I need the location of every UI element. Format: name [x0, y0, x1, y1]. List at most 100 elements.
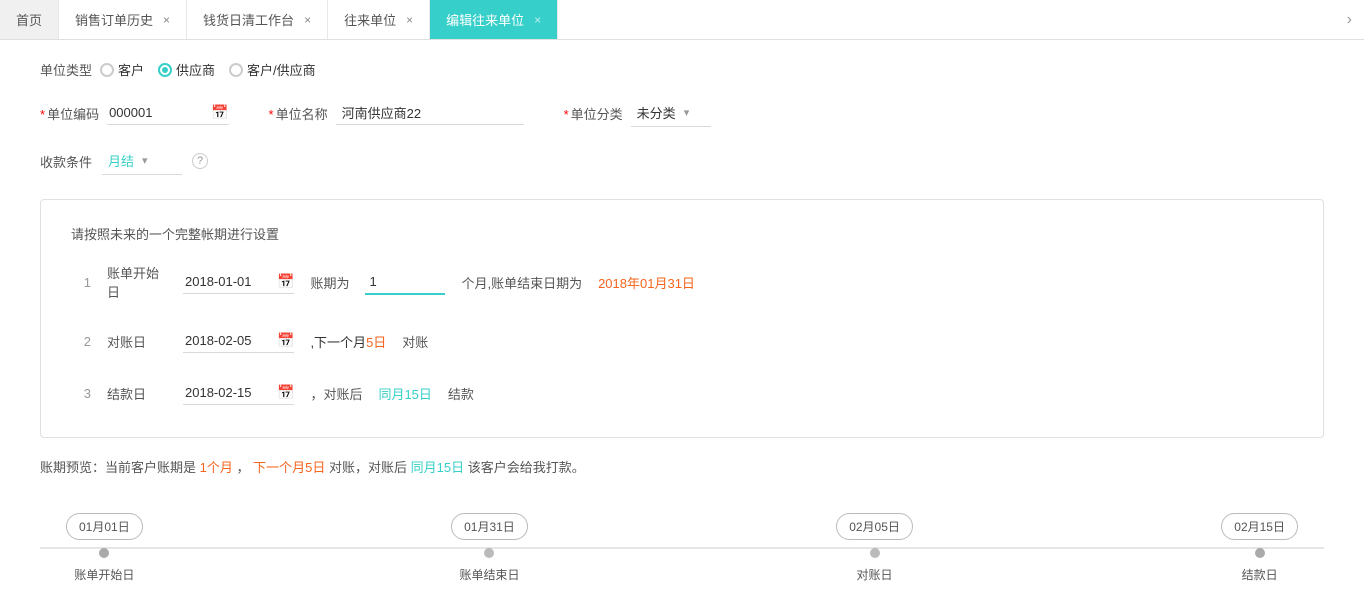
preview-part3: 同月15日: [411, 460, 464, 475]
unit-category-label: *单位分类: [564, 104, 623, 123]
tab-more-button[interactable]: ›: [1335, 0, 1364, 39]
timeline-point-3-badge-container: 02月05日: [830, 513, 919, 540]
timeline-points: 01月01日 账单开始日 01月31日 账单结束日 02月05日: [60, 513, 1304, 583]
collect-condition-select[interactable]: 月结 ▾: [102, 147, 182, 175]
preview-sep1: ，: [237, 460, 250, 475]
preview-part1: 1个月: [200, 460, 233, 475]
tab-home[interactable]: 首页: [0, 0, 59, 39]
radio-customer[interactable]: 客户: [100, 60, 144, 79]
period-row-3-num: 3: [71, 386, 91, 401]
timeline-point-4-badge-container: 02月15日: [1215, 513, 1304, 540]
timeline-point-1-dot: [99, 548, 109, 558]
timeline-point-4-label: 结款日: [1242, 566, 1278, 583]
unit-name-input[interactable]: [336, 101, 524, 125]
tab-cash-work-label: 钱货日清工作台: [203, 10, 294, 29]
tab-partner-unit-close[interactable]: ×: [406, 13, 413, 27]
preview-part2: 下一个月5日: [253, 460, 325, 475]
period-row-2-num: 2: [71, 334, 91, 349]
timeline-point-1-date: 01月01日: [66, 513, 143, 540]
unit-category-field: *单位分类 未分类 ▾: [564, 99, 711, 127]
timeline-point-3-label: 对账日: [857, 566, 893, 583]
unit-type-label: 单位类型: [40, 60, 92, 79]
tab-sales-history-label: 销售订单历史: [75, 10, 153, 29]
timeline: 01月01日 账单开始日 01月31日 账单结束日 02月05日: [40, 503, 1324, 593]
preview-prefix: 账期预览：当前客户账期是: [40, 460, 196, 475]
unit-category-dropdown-icon: ▾: [684, 106, 690, 119]
collect-condition-dropdown-icon: ▾: [142, 154, 148, 167]
timeline-point-4-date: 02月15日: [1221, 513, 1298, 540]
collect-condition-row: 收款条件 月结 ▾ ?: [40, 147, 1324, 175]
collect-condition-value: 月结: [108, 151, 134, 170]
period-row-2-suffix: 对账: [402, 332, 428, 351]
tab-edit-partner[interactable]: 编辑往来单位 ×: [430, 0, 558, 39]
period-row-3-label: 结款日: [107, 384, 167, 403]
main-content: 单位类型 客户 供应商 客户/供应商 *单位编码: [0, 40, 1364, 613]
timeline-point-2-date: 01月31日: [451, 513, 528, 540]
period-row-2-date-input[interactable]: [183, 329, 273, 352]
period-row-3-calendar-icon[interactable]: 📅: [277, 384, 294, 401]
period-row-2-date-wrapper: 📅: [183, 329, 294, 353]
period-row-1-end-date: 2018年01月31日: [598, 273, 695, 292]
timeline-point-2-dot: [484, 548, 494, 558]
unit-code-input[interactable]: [107, 101, 207, 124]
period-row-3-highlight: 同月15日: [378, 384, 431, 403]
period-box-title: 请按照未来的一个完整帐期进行设置: [71, 224, 1293, 243]
timeline-point-3-date: 02月05日: [836, 513, 913, 540]
unit-code-star: *: [40, 107, 45, 122]
tab-partner-unit[interactable]: 往来单位 ×: [328, 0, 430, 39]
unit-type-row: 单位类型 客户 供应商 客户/供应商: [40, 60, 1324, 79]
unit-code-label: *单位编码: [40, 104, 99, 123]
period-row-3-date-wrapper: 📅: [183, 381, 294, 405]
radio-supplier-circle: [158, 63, 172, 77]
period-setting-box: 请按照未来的一个完整帐期进行设置 1 账单开始日 📅 账期为 个月,账单结束日期…: [40, 199, 1324, 438]
period-row-1-date-input[interactable]: [183, 270, 273, 293]
period-row-1: 1 账单开始日 📅 账期为 个月,账单结束日期为 2018年01月31日: [71, 263, 1293, 301]
timeline-point-3: 02月05日 对账日: [830, 513, 919, 583]
period-row-3-prefix: ，对账后: [310, 384, 362, 403]
radio-both-label: 客户/供应商: [247, 60, 316, 79]
timeline-point-1-label: 账单开始日: [74, 566, 134, 583]
timeline-point-2-badge-container: 01月31日: [445, 513, 534, 540]
timeline-point-1: 01月01日 账单开始日: [60, 513, 149, 583]
tab-cash-work-close[interactable]: ×: [304, 13, 311, 27]
unit-code-input-wrapper: 📅: [107, 101, 228, 125]
tab-cash-work[interactable]: 钱货日清工作台 ×: [187, 0, 328, 39]
timeline-point-4-dot: [1255, 548, 1265, 558]
timeline-point-4: 02月15日 结款日: [1215, 513, 1304, 583]
tab-edit-partner-close[interactable]: ×: [534, 13, 541, 27]
tab-bar: 首页 销售订单历史 × 钱货日清工作台 × 往来单位 × 编辑往来单位 × ›: [0, 0, 1364, 40]
unit-category-value: 未分类: [637, 103, 676, 122]
unit-name-star: *: [269, 107, 274, 122]
radio-both-circle: [229, 63, 243, 77]
preview-section: 账期预览：当前客户账期是 1个月 ， 下一个月5日 对账，对账后 同月15日 该…: [40, 458, 1324, 593]
unit-category-select[interactable]: 未分类 ▾: [631, 99, 711, 127]
period-row-1-months-input[interactable]: [365, 270, 445, 295]
period-row-2-calendar-icon[interactable]: 📅: [277, 332, 294, 349]
tab-sales-history[interactable]: 销售订单历史 ×: [59, 0, 187, 39]
period-row-2-label: 对账日: [107, 332, 167, 351]
collect-condition-label: 收款条件: [40, 152, 92, 171]
preview-text: 账期预览：当前客户账期是 1个月 ， 下一个月5日 对账，对账后 同月15日 该…: [40, 458, 1324, 479]
tab-sales-history-close[interactable]: ×: [163, 13, 170, 27]
period-row-2: 2 对账日 📅 ,下一个月5日 对账: [71, 329, 1293, 353]
code-name-category-row: *单位编码 📅 *单位名称 *单位分类 未分类 ▾: [40, 99, 1324, 127]
tab-partner-unit-label: 往来单位: [344, 10, 396, 29]
period-row-1-calendar-icon[interactable]: 📅: [277, 273, 294, 290]
help-icon[interactable]: ?: [192, 153, 208, 169]
timeline-point-2-label: 账单结束日: [459, 566, 519, 583]
unit-name-label: *单位名称: [269, 104, 328, 123]
timeline-point-3-dot: [870, 548, 880, 558]
period-row-1-suffix-after: 个月,账单结束日期为: [461, 273, 582, 292]
timeline-point-2: 01月31日 账单结束日: [445, 513, 534, 583]
tab-home-label: 首页: [16, 10, 42, 29]
period-row-3-date-input[interactable]: [183, 381, 273, 404]
radio-customer-circle: [100, 63, 114, 77]
period-row-1-suffix-before: 账期为: [310, 273, 349, 292]
radio-supplier-label: 供应商: [176, 60, 215, 79]
radio-supplier[interactable]: 供应商: [158, 60, 215, 79]
preview-suffix: 该客户会给我打款。: [468, 460, 585, 475]
unit-code-calendar-icon[interactable]: 📅: [211, 104, 228, 121]
radio-customer-label: 客户: [118, 60, 144, 79]
period-row-1-num: 1: [71, 275, 91, 290]
radio-both[interactable]: 客户/供应商: [229, 60, 316, 79]
